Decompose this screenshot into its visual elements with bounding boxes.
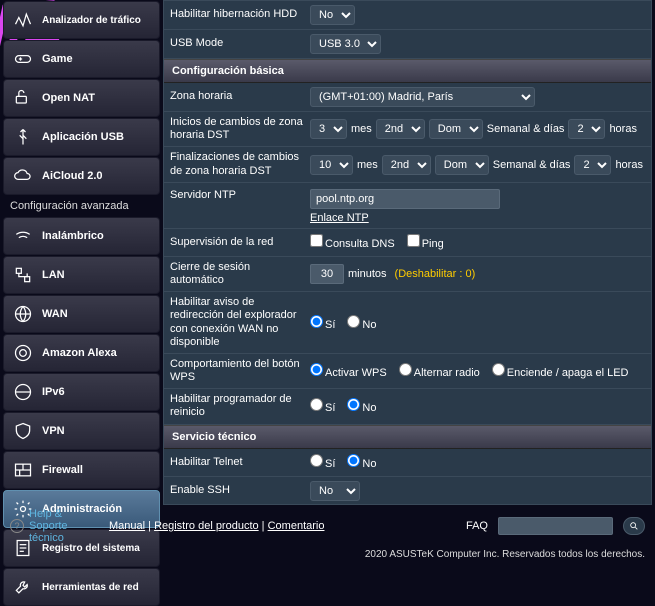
search-input[interactable] [498, 517, 613, 535]
sidebar-item-wan[interactable]: WAN [3, 295, 160, 333]
sidebar-item-ipv6[interactable]: IPv6 [3, 373, 160, 411]
tools-icon [12, 576, 34, 598]
sidebar-item-aicloud[interactable]: AiCloud 2.0 [3, 157, 160, 195]
sidebar-item-alexa[interactable]: Amazon Alexa [3, 334, 160, 372]
usb-icon [12, 126, 34, 148]
help-icon[interactable]: ? [10, 519, 24, 533]
sidebar-item-traffic[interactable]: Analizador de tráfico [3, 1, 160, 39]
usb-mode-select[interactable]: USB 3.0 [310, 34, 381, 54]
redirect-no[interactable] [347, 315, 360, 328]
search-icon [629, 521, 639, 531]
telnet-yes[interactable] [310, 454, 323, 467]
lan-icon [12, 264, 34, 286]
reboot-label: Habilitar programador de reinicio [170, 393, 310, 419]
comment-link[interactable]: Comentario [268, 520, 325, 532]
ping-check[interactable] [407, 234, 420, 247]
product-link[interactable]: Registro del producto [154, 520, 259, 532]
dst-end-day[interactable]: Dom [435, 155, 489, 175]
dst-start-week[interactable]: 2nd [376, 119, 425, 139]
ipv6-icon [12, 381, 34, 403]
redirect-label: Habilitar aviso de redirección del explo… [170, 296, 310, 349]
dst-start-day[interactable]: Dom [429, 119, 483, 139]
basic-head: Configuración básica [164, 59, 651, 83]
wps-c[interactable] [492, 363, 505, 376]
search-button[interactable] [623, 517, 645, 535]
manual-link[interactable]: Manual [109, 520, 145, 532]
sidebar-label: VPN [42, 425, 65, 437]
wps-b[interactable] [399, 363, 412, 376]
ntp-link[interactable]: Enlace NTP [310, 212, 369, 224]
autologout-hint: (Deshabilitar : 0) [395, 268, 476, 280]
timezone-label: Zona horaria [170, 90, 310, 103]
sidebar-label: AiCloud 2.0 [42, 170, 103, 182]
svc-head: Servicio técnico [164, 425, 651, 449]
dst-end-week[interactable]: 2nd [382, 155, 431, 175]
redirect-yes[interactable] [310, 315, 323, 328]
sidebar-item-vpn[interactable]: VPN [3, 412, 160, 450]
sidebar-label: Inalámbrico [42, 230, 104, 242]
sidebar: Analizador de tráfico Game Open NAT Apli… [0, 0, 163, 505]
alexa-icon [12, 342, 34, 364]
footer: ? Help & Soporte técnico Manual | Regist… [0, 505, 655, 547]
dns-check[interactable] [310, 234, 323, 247]
reboot-no[interactable] [347, 398, 360, 411]
netmon-label: Supervisión de la red [170, 236, 310, 249]
sidebar-item-lan[interactable]: LAN [3, 256, 160, 294]
timezone-select[interactable]: (GMT+01:00) Madrid, París [310, 87, 535, 107]
dst-end-hour[interactable]: 2 [574, 155, 611, 175]
telnet-label: Habilitar Telnet [170, 456, 310, 469]
nat-icon [12, 87, 34, 109]
dst-end-month[interactable]: 10 [310, 155, 353, 175]
hdd-hib-label: Habilitar hibernación HDD [170, 8, 310, 21]
telnet-no[interactable] [347, 454, 360, 467]
advanced-heading: Configuración avanzada [0, 196, 163, 216]
wps-a[interactable] [310, 363, 323, 376]
main-panel: Habilitar hibernación HDD No USB Mode US… [163, 0, 652, 505]
wireless-icon [12, 225, 34, 247]
sidebar-item-nat[interactable]: Open NAT [3, 79, 160, 117]
wps-label: Comportamiento del botón WPS [170, 358, 310, 384]
dst-start-label: Inicios de cambios de zona horaria DST [170, 116, 310, 142]
sidebar-label: IPv6 [42, 386, 65, 398]
sidebar-item-usb[interactable]: Aplicación USB [3, 118, 160, 156]
autologout-label: Cierre de sesión automático [170, 261, 310, 287]
help-link[interactable]: Help & Soporte técnico [29, 508, 99, 544]
sidebar-label: Open NAT [42, 92, 95, 104]
game-icon [12, 48, 34, 70]
firewall-icon [12, 459, 34, 481]
sidebar-item-nettools[interactable]: Herramientas de red [3, 568, 160, 606]
reboot-yes[interactable] [310, 398, 323, 411]
sidebar-label: Amazon Alexa [42, 347, 117, 359]
ssh-label: Enable SSH [170, 484, 310, 497]
sidebar-item-game[interactable]: Game [3, 40, 160, 78]
sidebar-item-wireless[interactable]: Inalámbrico [3, 217, 160, 255]
sidebar-label: Analizador de tráfico [42, 15, 141, 26]
sidebar-label: WAN [42, 308, 68, 320]
ntp-input[interactable] [310, 189, 500, 209]
dst-start-hour[interactable]: 2 [568, 119, 605, 139]
sidebar-label: Game [42, 53, 73, 65]
sidebar-item-firewall[interactable]: Firewall [3, 451, 160, 489]
hdd-hib-select[interactable]: No [310, 5, 355, 25]
dst-start-month[interactable]: 3 [310, 119, 347, 139]
ssh-select[interactable]: No [310, 481, 360, 501]
cloud-icon [12, 165, 34, 187]
sidebar-label: LAN [42, 269, 65, 281]
dst-end-label: Finalizaciones de cambios de zona horari… [170, 151, 310, 177]
autologout-input[interactable] [310, 264, 344, 284]
globe-icon [12, 303, 34, 325]
vpn-icon [12, 420, 34, 442]
usb-mode-label: USB Mode [170, 37, 310, 50]
sidebar-label: Firewall [42, 464, 83, 476]
ntp-label: Servidor NTP [170, 189, 310, 202]
faq-link[interactable]: FAQ [466, 520, 488, 532]
sidebar-label: Aplicación USB [42, 131, 124, 143]
traffic-icon [12, 9, 34, 31]
sidebar-label: Herramientas de red [42, 582, 139, 593]
